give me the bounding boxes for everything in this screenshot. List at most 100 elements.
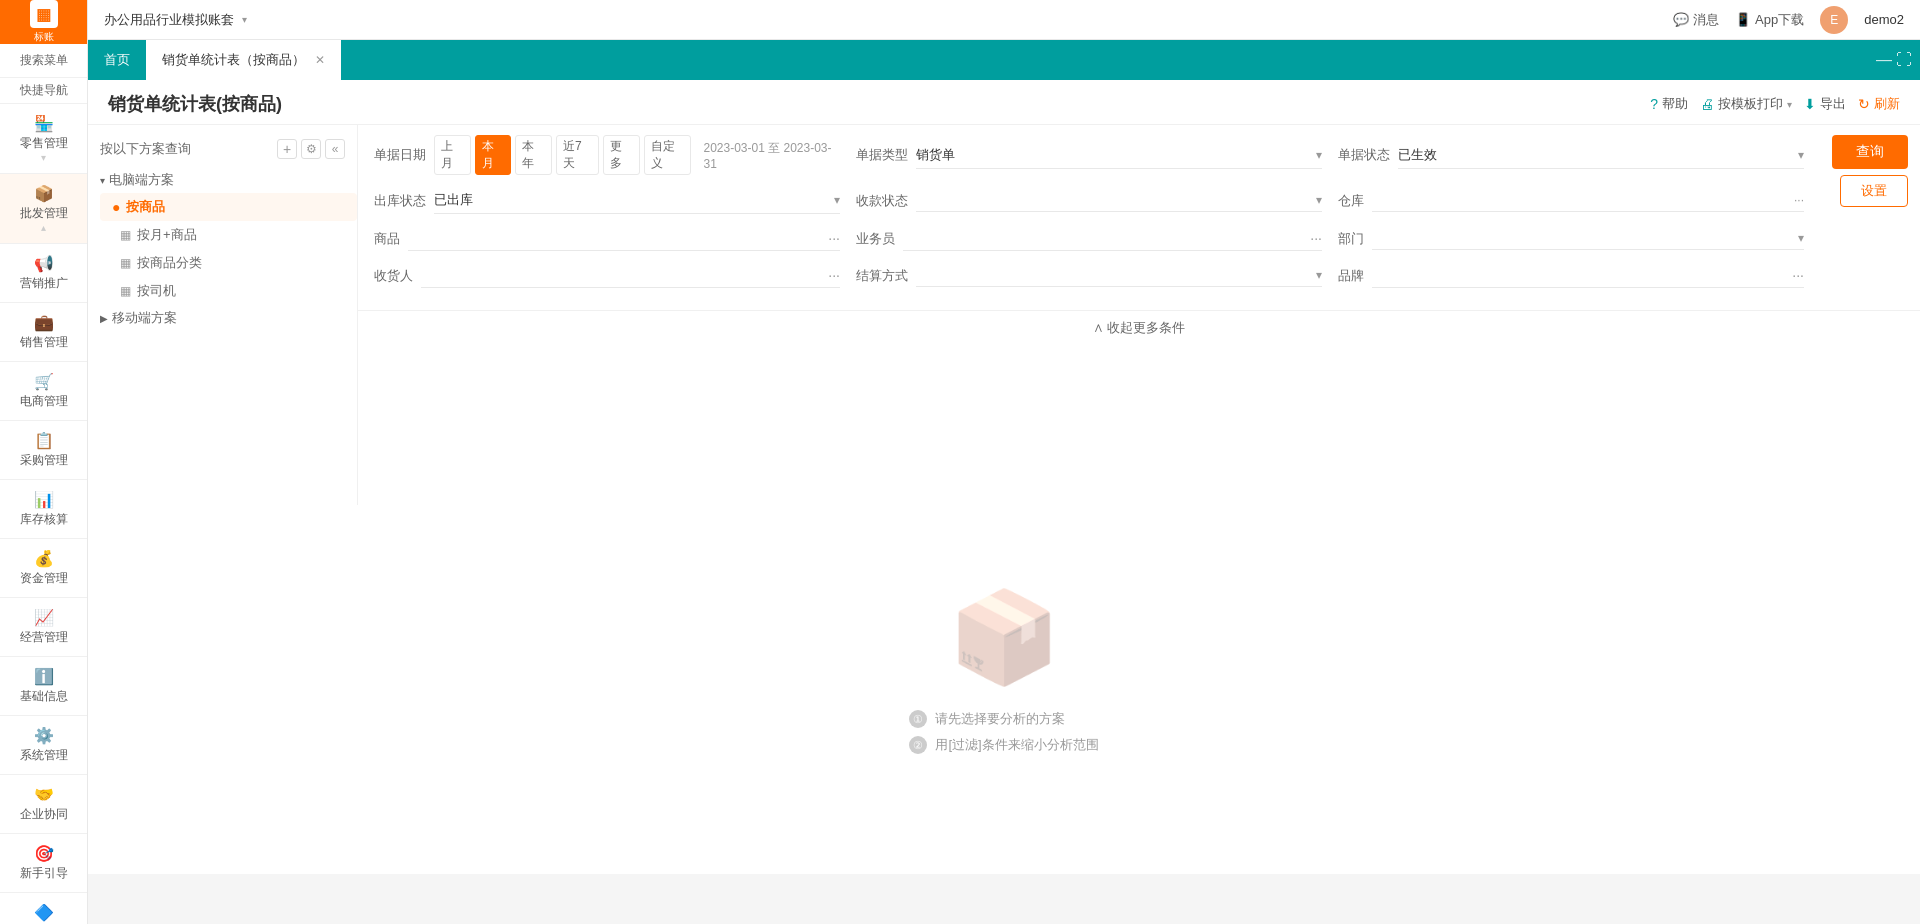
tab-minimize-icon[interactable]: — [1876, 51, 1892, 69]
message-icon: 💬 [1673, 12, 1689, 27]
sidebar-item-finance[interactable]: 💰 资金管理 [0, 539, 87, 598]
date-btn-last-month[interactable]: 上月 [434, 135, 471, 175]
sidebar-item-guide[interactable]: 🎯 新手引导 [0, 834, 87, 893]
tab-controls: — ⛶ [1868, 51, 1920, 69]
app-name-dropdown[interactable]: ▾ [242, 14, 247, 25]
desktop-arrow-icon: ▾ [100, 175, 105, 186]
filter-receiver: 收货人 ··· [374, 263, 840, 288]
date-btn-7days[interactable]: 近7天 [556, 135, 599, 175]
app-download-btn[interactable]: 📱 App下载 [1735, 11, 1804, 29]
warehouse-select[interactable]: ··· [1372, 189, 1804, 212]
order-type-value: 销货单 [916, 146, 955, 164]
settlement-select[interactable]: ▾ [916, 264, 1322, 287]
retail-arrow: ▾ [41, 152, 46, 163]
app-logo[interactable]: ▦ 标账 [0, 0, 88, 44]
payment-status-select[interactable]: ▾ [916, 189, 1322, 212]
header-left: 办公用品行业模拟账套 ▾ [104, 11, 247, 29]
search-menu[interactable]: 搜索菜单 [0, 44, 87, 78]
order-type-select[interactable]: 销货单 ▾ [916, 142, 1322, 169]
sidebar-item-operations[interactable]: 📈 经营管理 [0, 598, 87, 657]
tab-sales-stats[interactable]: 销货单统计表（按商品） ✕ [146, 40, 341, 80]
solution-settings-btn[interactable]: ⚙ [301, 139, 321, 159]
tab-home[interactable]: 首页 [88, 40, 146, 80]
settlement-arrow: ▾ [1316, 268, 1322, 282]
warehouse-status-select[interactable]: 已出库 ▾ [434, 187, 840, 214]
receiver-select[interactable]: ··· [421, 263, 840, 288]
date-btn-this-year[interactable]: 本年 [515, 135, 552, 175]
sidebar-item-purchase[interactable]: 📋 采购管理 [0, 421, 87, 480]
query-button[interactable]: 查询 [1832, 135, 1908, 169]
product-category-icon: ▦ [120, 256, 131, 270]
date-btn-custom[interactable]: 自定义 [644, 135, 692, 175]
order-status-value: 已生效 [1398, 146, 1437, 164]
user-name[interactable]: demo2 [1864, 12, 1904, 27]
brand-dots[interactable]: ··· [1792, 267, 1804, 283]
solution-category-mobile-label[interactable]: ▶ 移动端方案 [88, 305, 357, 331]
salesperson-dots[interactable]: ··· [1310, 230, 1322, 246]
by-product-icon: ● [112, 199, 120, 215]
filter-row-3: 商品 ··· 业务员 [374, 226, 1804, 251]
empty-tip-2: ② 用[过滤]条件来缩小分析范围 [909, 736, 1098, 754]
desktop-category-label: 电脑端方案 [109, 171, 174, 189]
sidebar-item-retail[interactable]: 🏪 零售管理 ▾ [0, 104, 87, 174]
tab-bar: 首页 销货单统计表（按商品） ✕ — ⛶ [88, 40, 1920, 80]
sidebar-item-apps[interactable]: 🔷 应用中心 [0, 893, 87, 924]
filter-salesperson: 业务员 ··· [856, 226, 1322, 251]
template-print-btn[interactable]: 🖨 按模板打印 ▾ [1700, 95, 1792, 113]
export-btn[interactable]: ⬇ 导出 [1804, 95, 1846, 113]
sidebar-item-basic[interactable]: ℹ️ 基础信息 [0, 657, 87, 716]
message-btn[interactable]: 💬 消息 [1673, 11, 1719, 29]
tab-close-icon[interactable]: ✕ [315, 53, 325, 67]
filter-date-field: 单据日期 上月 本月 本年 近7天 更多 自定义 [374, 135, 840, 175]
sidebar-item-enterprise[interactable]: 🤝 企业协同 [0, 775, 87, 834]
solution-item-by-month-product[interactable]: ▦ 按月+商品 [100, 221, 357, 249]
solution-add-btn[interactable]: + [277, 139, 297, 159]
warehouse-label: 仓库 [1338, 192, 1364, 210]
solution-item-by-product-category[interactable]: ▦ 按商品分类 [100, 249, 357, 277]
solution-item-by-sku[interactable]: ▦ 按司机 [100, 277, 357, 305]
solution-item-by-product[interactable]: ● 按商品 [100, 193, 357, 221]
date-btn-more[interactable]: 更多 [603, 135, 640, 175]
empty-tip-1: ① 请先选择要分析的方案 [909, 710, 1098, 728]
template-print-arrow[interactable]: ▾ [1787, 99, 1792, 110]
empty-tips: ① 请先选择要分析的方案 ② 用[过滤]条件来缩小分析范围 [909, 710, 1098, 754]
mobile-category-label: 移动端方案 [112, 309, 177, 327]
brand-select[interactable]: ··· [1372, 263, 1804, 288]
department-select[interactable]: ▾ [1372, 227, 1804, 250]
order-status-select[interactable]: 已生效 ▾ [1398, 142, 1804, 169]
tip2-num: ② [909, 736, 927, 754]
solution-collapse-btn[interactable]: « [325, 139, 345, 159]
warehouse-status-label: 出库状态 [374, 192, 426, 210]
order-type-label: 单据类型 [856, 146, 908, 164]
refresh-btn[interactable]: ↻ 刷新 [1858, 95, 1900, 113]
product-dots[interactable]: ··· [828, 230, 840, 246]
receiver-dots[interactable]: ··· [828, 267, 840, 283]
sidebar-item-inventory[interactable]: 📊 库存核算 [0, 480, 87, 539]
sidebar-item-ecommerce[interactable]: 🛒 电商管理 [0, 362, 87, 421]
top-header: 办公用品行业模拟账套 ▾ 💬 消息 📱 App下载 E demo2 [88, 0, 1920, 40]
guide-icon: 🎯 [34, 844, 54, 863]
salesperson-label: 业务员 [856, 230, 895, 248]
collapse-bar[interactable]: ∧ 收起更多条件 [358, 310, 1920, 345]
sidebar-item-wholesale[interactable]: 📦 批发管理 ▴ [0, 174, 87, 244]
salesperson-select[interactable]: ··· [903, 226, 1322, 251]
filter-row-2: 出库状态 已出库 ▾ 收款状态 [374, 187, 1804, 214]
finance-icon: 💰 [34, 549, 54, 568]
product-select[interactable]: ··· [408, 226, 840, 251]
date-btn-this-month[interactable]: 本月 [475, 135, 512, 175]
shortcut-nav[interactable]: 快捷导航 [0, 78, 87, 104]
sidebar-item-sales[interactable]: 💼 销售管理 [0, 303, 87, 362]
sidebar-item-system[interactable]: ⚙️ 系统管理 [0, 716, 87, 775]
export-label: 导出 [1820, 95, 1846, 113]
help-btn[interactable]: ? 帮助 [1650, 95, 1688, 113]
logo-icon: ▦ [30, 0, 58, 28]
settings-button[interactable]: 设置 [1840, 175, 1908, 207]
solution-category-desktop-label[interactable]: ▾ 电脑端方案 [88, 167, 357, 193]
user-avatar[interactable]: E [1820, 6, 1848, 34]
filter-row-1: 单据日期 上月 本月 本年 近7天 更多 自定义 [374, 135, 1804, 175]
sidebar-item-marketing[interactable]: 📢 营销推广 [0, 244, 87, 303]
solution-category-mobile: ▶ 移动端方案 [88, 305, 357, 331]
mobile-arrow-icon: ▶ [100, 313, 108, 324]
tab-maximize-icon[interactable]: ⛶ [1896, 51, 1912, 69]
date-range-value: 2023-03-01 至 2023-03-31 [703, 140, 840, 171]
